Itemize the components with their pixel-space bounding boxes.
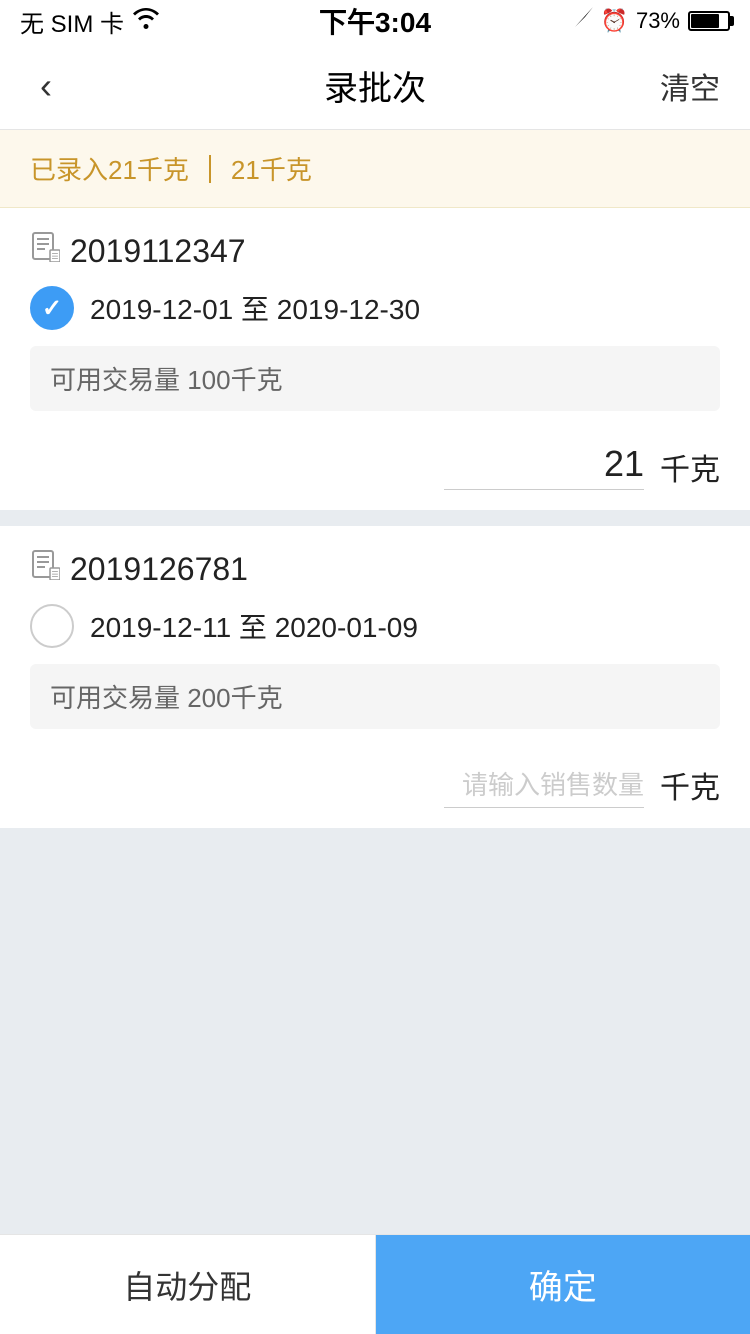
carrier-text: 无 SIM 卡 xyxy=(20,4,124,39)
qty-row-1: 千克 xyxy=(0,427,750,510)
battery-percent: 73% xyxy=(636,8,680,34)
doc-icon-1: ☰ xyxy=(30,232,60,270)
batch-header-1: ☰ 2019112347 xyxy=(0,208,750,278)
svg-text:☰: ☰ xyxy=(51,570,58,579)
status-left: 无 SIM 卡 xyxy=(20,4,160,39)
card-divider xyxy=(0,510,750,526)
summary-value: 21千克 xyxy=(231,150,312,187)
summary-divider xyxy=(209,155,211,183)
qty-unit-2: 千克 xyxy=(660,763,720,807)
available-qty-2: 可用交易量 200千克 xyxy=(30,664,720,729)
nav-bar: ‹ 录批次 清空 xyxy=(0,42,750,130)
status-right: ⏰ 73% xyxy=(575,7,730,35)
doc-icon-2: ☰ xyxy=(30,550,60,588)
batch-header-2: ☰ 2019126781 xyxy=(0,526,750,596)
batch-card-1: ☰ 2019112347 ✓ 2019-12-01 至 2019-12-30 可… xyxy=(0,208,750,510)
clear-button[interactable]: 清空 xyxy=(660,64,720,108)
back-button[interactable]: ‹ xyxy=(30,55,62,117)
radio-1[interactable]: ✓ xyxy=(30,286,74,330)
qty-input-1[interactable] xyxy=(444,443,644,490)
bottom-bar: 自动分配 确定 xyxy=(0,1234,750,1334)
batch-card-2: ☰ 2019126781 2019-12-11 至 2020-01-09 可用交… xyxy=(0,526,750,828)
confirm-button[interactable]: 确定 xyxy=(376,1235,750,1334)
check-icon-1: ✓ xyxy=(42,294,62,323)
qty-unit-1: 千克 xyxy=(660,445,720,489)
svg-text:☰: ☰ xyxy=(51,252,58,261)
summary-label: 已录入21千克 xyxy=(30,150,189,187)
location-icon xyxy=(575,7,593,35)
radio-2[interactable] xyxy=(30,604,74,648)
battery-icon xyxy=(688,11,730,31)
batch-dates-1: 2019-12-01 至 2019-12-30 xyxy=(90,288,420,328)
empty-area xyxy=(0,828,750,1234)
batch-dates-2: 2019-12-11 至 2020-01-09 xyxy=(90,606,418,646)
batch-row-1[interactable]: ✓ 2019-12-01 至 2019-12-30 xyxy=(0,278,750,338)
qty-row-2: 千克 xyxy=(0,745,750,828)
status-time: 下午3:04 xyxy=(319,1,431,41)
batch-id-1: 2019112347 xyxy=(70,233,246,270)
page-title: 录批次 xyxy=(324,61,426,110)
batch-id-2: 2019126781 xyxy=(70,551,248,588)
batch-row-2[interactable]: 2019-12-11 至 2020-01-09 xyxy=(0,596,750,656)
qty-input-2[interactable] xyxy=(444,761,644,808)
auto-distribute-button[interactable]: 自动分配 xyxy=(0,1235,376,1334)
wifi-icon xyxy=(132,7,160,36)
status-bar: 无 SIM 卡 下午3:04 ⏰ 73% xyxy=(0,0,750,42)
summary-bar: 已录入21千克 21千克 xyxy=(0,130,750,208)
available-qty-1: 可用交易量 100千克 xyxy=(30,346,720,411)
alarm-icon: ⏰ xyxy=(601,8,628,34)
